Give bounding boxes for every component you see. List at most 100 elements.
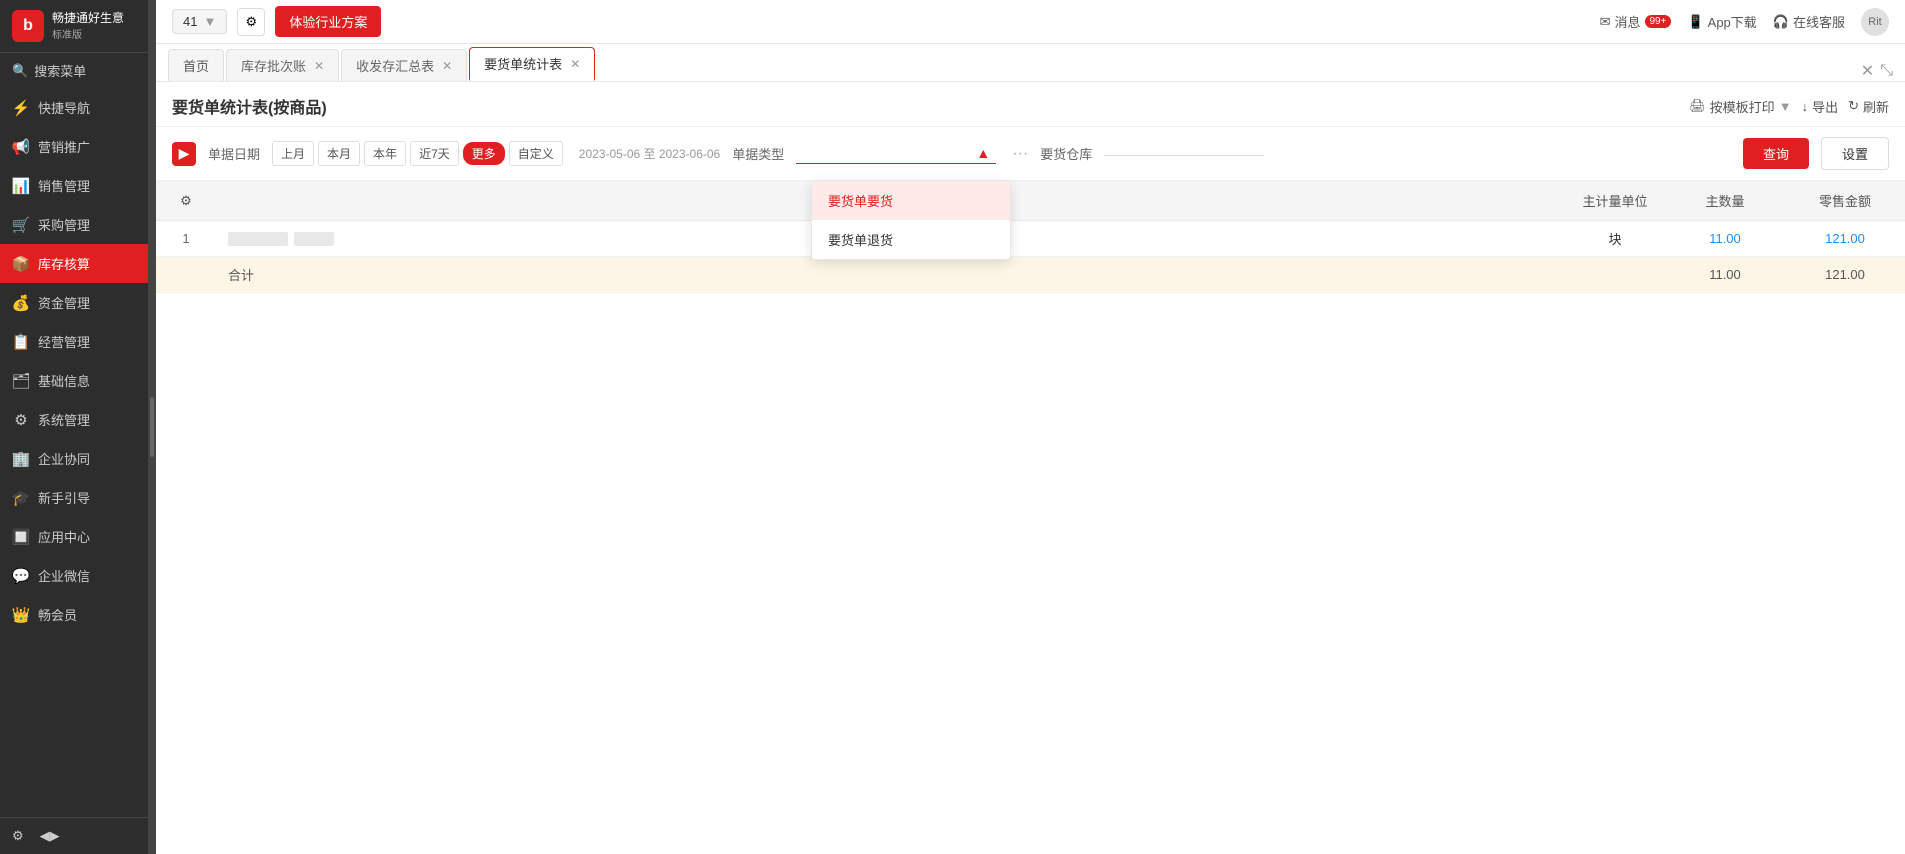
filter-more-icon[interactable]: ···: [1012, 145, 1028, 163]
sidebar-item-operation[interactable]: 📋 经营管理: [0, 322, 148, 361]
date-btn-custom[interactable]: 自定义: [509, 141, 563, 166]
marketing-icon: 📢: [12, 138, 30, 156]
cell-qty: 11.00: [1665, 221, 1785, 257]
sidebar-item-basic[interactable]: 🗂 基础信息: [0, 361, 148, 400]
wechat-icon: 💬: [12, 567, 30, 585]
cell-no: 1: [156, 221, 216, 257]
top-header: 41 ▼ ⚙ 体验行业方案 ✉ 消息 99+ 📱 App下载 🎧 在线客服: [156, 0, 1905, 44]
collapse-icon[interactable]: ◀▶: [40, 828, 60, 844]
cell-unit: 块: [1565, 221, 1665, 257]
export-button[interactable]: ↓ 导出: [1802, 97, 1839, 116]
sidebar-item-system[interactable]: ⚙ 系统管理: [0, 400, 148, 439]
date-btn-more[interactable]: 更多: [463, 142, 505, 165]
purchase-icon: 🛒: [12, 216, 30, 234]
settings-icon[interactable]: ⚙: [12, 828, 24, 844]
sidebar-item-member[interactable]: 👑 畅会员: [0, 595, 148, 634]
tab-home[interactable]: 首页: [168, 49, 224, 81]
footer-amount: 121.00: [1785, 257, 1905, 293]
refresh-icon: ↻: [1848, 98, 1859, 114]
main-area: 41 ▼ ⚙ 体验行业方案 ✉ 消息 99+ 📱 App下载 🎧 在线客服: [156, 0, 1905, 854]
sidebar-item-appstore[interactable]: 🔲 应用中心: [0, 517, 148, 556]
sidebar-nav: ⚡ 快捷导航 📢 营销推广 📊 销售管理 🛒 采购管理 📦 库存核算 💰 资金管…: [0, 88, 148, 817]
table-wrap: ⚙ 商品 主计量单位 主数量 零售金额 1: [156, 181, 1905, 854]
user-avatar[interactable]: Rit: [1861, 8, 1889, 36]
finance-icon: 💰: [12, 294, 30, 312]
export-icon: ↓: [1802, 99, 1809, 114]
tab-close-batch[interactable]: ✕: [314, 59, 324, 73]
search-icon: 🔍: [12, 63, 28, 79]
sidebar-scrollbar[interactable]: [148, 0, 156, 854]
print-dropdown-icon: ▼: [1779, 99, 1792, 114]
filter-row: ▶ 单据日期 上月 本月 本年 近7天 更多 自定义 2023-05-06 至 …: [156, 127, 1905, 181]
refresh-button[interactable]: ↻ 刷新: [1848, 97, 1889, 116]
store-selector[interactable]: 41 ▼: [172, 9, 227, 34]
sidebar-item-finance[interactable]: 💰 资金管理: [0, 283, 148, 322]
tab-receipt-summary[interactable]: 收发存汇总表 ✕: [341, 49, 467, 81]
footer-qty: 11.00: [1665, 257, 1785, 293]
quick-nav-icon: ⚡: [12, 99, 30, 117]
headset-icon: 🎧: [1773, 14, 1789, 30]
date-btn-last-month[interactable]: 上月: [272, 141, 314, 166]
sidebar-item-marketing[interactable]: 📢 营销推广: [0, 127, 148, 166]
operation-icon: 📋: [12, 333, 30, 351]
message-icon: ✉: [1600, 14, 1611, 30]
type-label: 单据类型: [732, 144, 784, 163]
column-settings-icon[interactable]: ⚙: [180, 193, 192, 208]
sidebar-item-wechat[interactable]: 💬 企业微信: [0, 556, 148, 595]
gear-button[interactable]: ⚙: [237, 8, 265, 36]
type-arrow-icon: ▲: [976, 145, 990, 161]
app-download-button[interactable]: 📱 App下载: [1687, 12, 1756, 31]
sidebar-item-enterprise[interactable]: 🏢 企业协同: [0, 439, 148, 478]
filter-expand-button[interactable]: ▶: [172, 142, 196, 166]
date-btn-7days[interactable]: 近7天: [410, 141, 459, 166]
tab-batch-account[interactable]: 库存批次账 ✕: [226, 49, 339, 81]
basic-icon: 🗂: [12, 372, 30, 390]
sidebar-item-quick-nav[interactable]: ⚡ 快捷导航: [0, 88, 148, 127]
page-title: 要货单统计表(按商品): [172, 94, 327, 118]
date-btn-this-year[interactable]: 本年: [364, 141, 406, 166]
product-code-placeholder: [294, 232, 334, 246]
page-actions: 🖨 按模板打印 ▼ ↓ 导出 ↻ 刷新: [1689, 97, 1889, 116]
logo-text: 畅捷通好生意 标准版: [52, 11, 124, 42]
page-title-row: 要货单统计表(按商品) 🖨 按模板打印 ▼ ↓ 导出 ↻ 刷新: [156, 82, 1905, 127]
th-settings[interactable]: ⚙: [156, 181, 216, 221]
tab-close-all-icon[interactable]: ✕: [1861, 61, 1874, 81]
th-amount: 零售金额: [1785, 181, 1905, 221]
dropdown-item-order-goods[interactable]: 要货单要货: [812, 181, 1010, 220]
gear-icon: ⚙: [246, 14, 258, 30]
tab-close-order[interactable]: ✕: [570, 57, 580, 71]
tab-order-stats[interactable]: 要货单统计表 ✕: [469, 47, 595, 81]
header-right: ✉ 消息 99+ 📱 App下载 🎧 在线客服 Rit: [1600, 8, 1889, 36]
table-header-row: ⚙ 商品 主计量单位 主数量 零售金额: [156, 181, 1905, 221]
dropdown-item-order-return[interactable]: 要货单退货: [812, 220, 1010, 259]
sidebar-item-purchase[interactable]: 🛒 采购管理: [0, 205, 148, 244]
print-button[interactable]: 🖨 按模板打印 ▼: [1689, 97, 1791, 116]
sidebar-search[interactable]: 🔍 搜索菜单: [0, 53, 148, 88]
scrollbar-thumb: [150, 397, 154, 457]
sidebar-item-sales[interactable]: 📊 销售管理: [0, 166, 148, 205]
query-button[interactable]: 查询: [1743, 138, 1809, 169]
print-icon: 🖨: [1689, 98, 1706, 114]
table-footer-row: 合计 11.00 121.00: [156, 257, 1905, 293]
expand-icon: ▶: [179, 145, 190, 162]
member-icon: 👑: [12, 606, 30, 624]
trial-button[interactable]: 体验行业方案: [275, 6, 381, 37]
tab-close-receipt[interactable]: ✕: [442, 59, 452, 73]
logo-icon: b: [12, 10, 44, 42]
online-service-button[interactable]: 🎧 在线客服: [1773, 12, 1845, 31]
date-btn-this-month[interactable]: 本月: [318, 141, 360, 166]
guide-icon: 🎓: [12, 489, 30, 507]
type-select[interactable]: ▲: [796, 143, 996, 164]
app-logo: b 畅捷通好生意 标准版: [0, 0, 148, 53]
sidebar: b 畅捷通好生意 标准版 🔍 搜索菜单 ⚡ 快捷导航 📢 营销推广 📊 销售管理…: [0, 0, 148, 854]
settings-button[interactable]: 设置: [1821, 137, 1889, 170]
tabs-bar: 首页 库存批次账 ✕ 收发存汇总表 ✕ 要货单统计表 ✕ ✕ ⤡: [156, 44, 1905, 82]
sidebar-item-inventory[interactable]: 📦 库存核算: [0, 244, 148, 283]
sidebar-item-guide[interactable]: 🎓 新手引导: [0, 478, 148, 517]
data-table: ⚙ 商品 主计量单位 主数量 零售金额 1: [156, 181, 1905, 293]
tab-expand-icon[interactable]: ⤡: [1880, 62, 1893, 80]
warehouse-select[interactable]: [1104, 151, 1264, 156]
messages-button[interactable]: ✉ 消息 99+: [1600, 12, 1672, 31]
date-range-display: 2023-05-06 至 2023-06-06: [579, 145, 720, 162]
warehouse-label: 要货仓库: [1040, 144, 1092, 163]
